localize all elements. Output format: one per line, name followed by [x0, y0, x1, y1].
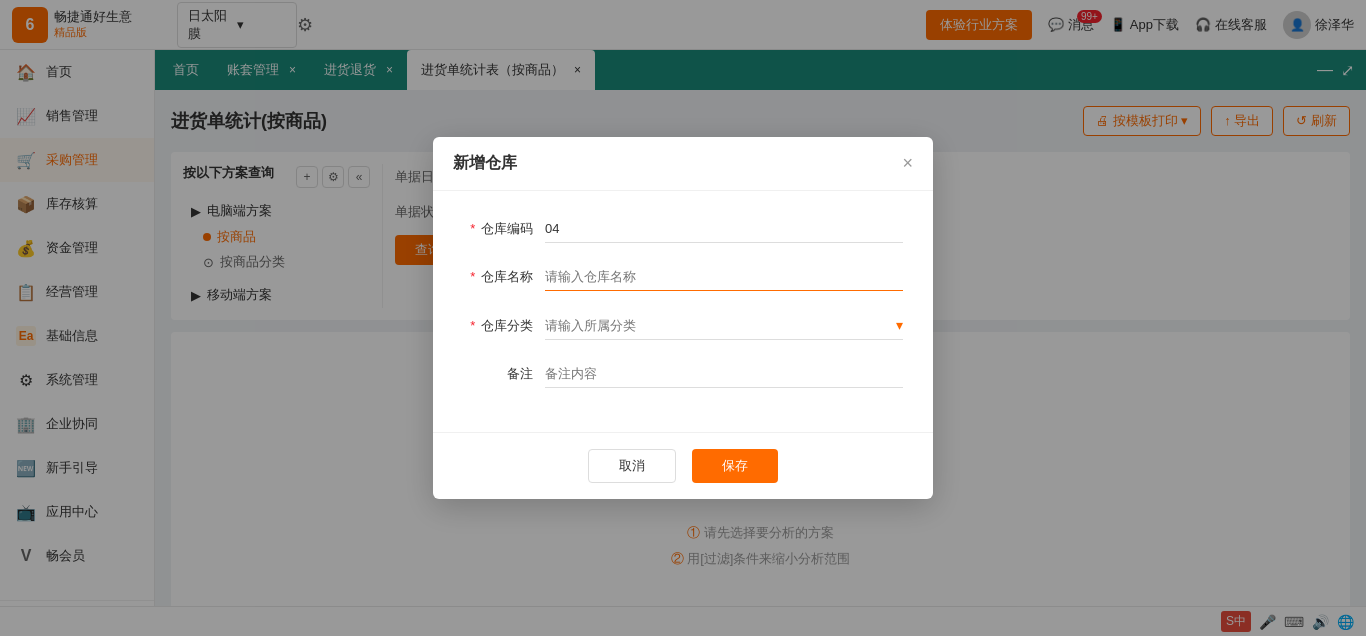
category-select-wrap[interactable]: ▾: [545, 311, 903, 340]
modal-header: 新增仓库 ×: [433, 137, 933, 191]
name-field-row: * 仓库名称: [463, 263, 903, 291]
category-field-row: * 仓库分类 ▾: [463, 311, 903, 340]
category-arrow-icon[interactable]: ▾: [896, 317, 903, 333]
modal-close-button[interactable]: ×: [902, 153, 913, 174]
modal-body: * 仓库编码 * 仓库名称 * 仓库分类: [433, 191, 933, 432]
note-field-row: 备注: [463, 360, 903, 388]
code-input[interactable]: [545, 215, 903, 243]
save-button[interactable]: 保存: [692, 449, 778, 483]
name-label: * 仓库名称: [463, 268, 533, 286]
code-field-row: * 仓库编码: [463, 215, 903, 243]
modal-footer: 取消 保存: [433, 432, 933, 499]
category-label: * 仓库分类: [463, 317, 533, 335]
warehouse-modal: 新增仓库 × * 仓库编码 * 仓库名称: [433, 137, 933, 499]
name-input[interactable]: [545, 263, 903, 291]
note-label: 备注: [463, 365, 533, 383]
note-input[interactable]: [545, 360, 903, 388]
cancel-button[interactable]: 取消: [588, 449, 676, 483]
code-label: * 仓库编码: [463, 220, 533, 238]
modal-title: 新增仓库: [453, 153, 517, 174]
modal-overlay: 新增仓库 × * 仓库编码 * 仓库名称: [0, 0, 1366, 636]
category-input[interactable]: [545, 318, 896, 333]
